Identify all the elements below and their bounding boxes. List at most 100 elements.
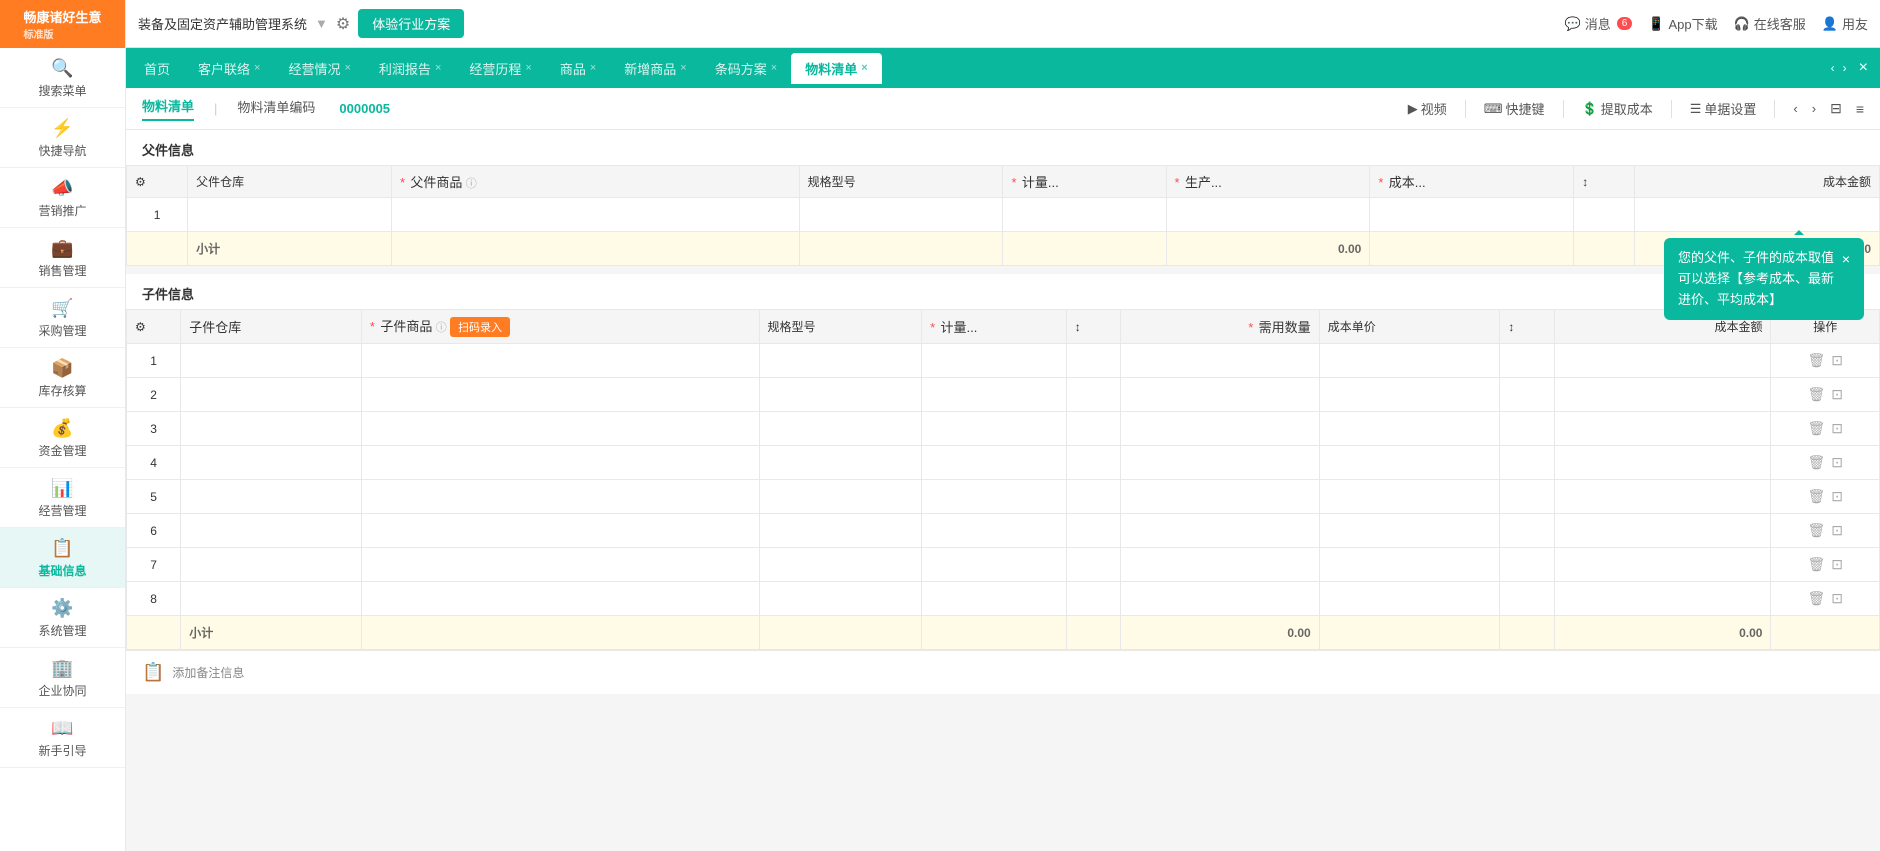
message-item[interactable]: 💬 消息 6 <box>1565 14 1633 33</box>
experience-btn[interactable]: 体验行业方案 <box>358 9 464 38</box>
cell-c-warehouse[interactable] <box>181 344 362 378</box>
copy-icon[interactable]: ⊡ <box>1831 386 1843 403</box>
sidebar-item-basic-info[interactable]: 📋 基础信息 <box>0 528 125 588</box>
cell-c-spec[interactable] <box>759 344 922 378</box>
cell-c-unit-cost[interactable] <box>1319 344 1500 378</box>
action-extract-cost[interactable]: 💲 提取成本 <box>1582 99 1653 118</box>
delete-icon[interactable]: 🗑 <box>1807 386 1825 403</box>
nav-close-all[interactable]: × <box>1851 55 1876 81</box>
tab-profit[interactable]: 利润报告 × <box>365 53 455 84</box>
sidebar-item-purchase[interactable]: 🛒 采购管理 <box>0 288 125 348</box>
copy-icon[interactable]: ⊡ <box>1831 454 1843 471</box>
app-subtitle: 标准版 <box>23 26 101 41</box>
delete-icon[interactable]: 🗑 <box>1807 454 1825 471</box>
delete-icon[interactable]: 🗑 <box>1807 488 1825 505</box>
grid-view-icon[interactable]: ⊟ <box>1830 100 1842 117</box>
subtotal-empty <box>127 232 188 266</box>
tab-goods[interactable]: 商品 × <box>546 53 610 84</box>
child-subtotal-qty: 0.00 <box>1120 616 1319 650</box>
row-actions: 🗑⊡ <box>1779 386 1871 403</box>
delete-icon[interactable]: 🗑 <box>1807 556 1825 573</box>
sidebar-item-quick-nav[interactable]: ⚡ 快捷导航 <box>0 108 125 168</box>
tab-close-icon[interactable]: × <box>525 62 531 74</box>
cell-sort <box>1574 198 1635 232</box>
user-item[interactable]: 👤 用友 <box>1822 14 1868 33</box>
nav-left-icon[interactable]: ‹ <box>1793 101 1797 116</box>
copy-icon[interactable]: ⊡ <box>1831 352 1843 369</box>
delete-icon[interactable]: 🗑 <box>1807 420 1825 437</box>
delete-icon[interactable]: 🗑 <box>1807 522 1825 539</box>
content-area: × 您的父件、子件的成本取值可以选择【参考成本、最新进价、平均成本】 父件信息 … <box>126 130 1880 851</box>
sub-tab-bom-list[interactable]: 物料清单 <box>142 96 194 121</box>
action-shortcut[interactable]: ⌨ 快捷键 <box>1484 99 1545 118</box>
th-sort: ↕ <box>1574 166 1635 198</box>
sidebar-item-label: 新手引导 <box>38 742 86 759</box>
th-cost: * 成本... <box>1370 166 1574 198</box>
sidebar-item-operations[interactable]: 📊 经营管理 <box>0 468 125 528</box>
action-single-settings[interactable]: ☰ 单据设置 <box>1690 99 1757 118</box>
sub-tab-bom-code[interactable]: 物料清单编码 <box>237 97 315 120</box>
nav-prev-icon[interactable]: ‹ <box>1827 57 1839 79</box>
sidebar-item-search[interactable]: 🔍 搜索菜单 <box>0 48 125 108</box>
sidebar-item-inventory[interactable]: 📦 库存核算 <box>0 348 125 408</box>
dropdown-icon[interactable]: ▼ <box>315 16 328 31</box>
info-icon: ⓘ <box>436 322 447 334</box>
tab-label: 客户联络 <box>198 59 250 78</box>
tab-label: 条码方案 <box>715 59 767 78</box>
tab-customer[interactable]: 客户联络 × <box>184 53 274 84</box>
sidebar-item-guide[interactable]: 📖 新手引导 <box>0 708 125 768</box>
delete-icon[interactable]: 🗑 <box>1807 352 1825 369</box>
th-c-sort2: ↕ <box>1500 310 1554 344</box>
bottom-text[interactable]: 添加备注信息 <box>172 664 244 681</box>
parent-subtotal-row: 小计 0.00 0.00 <box>127 232 1880 266</box>
copy-icon[interactable]: ⊡ <box>1831 522 1843 539</box>
tab-bom[interactable]: 物料清单 × <box>791 53 881 84</box>
scan-input-btn[interactable]: 扫码录入 <box>450 317 510 337</box>
copy-icon[interactable]: ⊡ <box>1831 420 1843 437</box>
tab-close-icon[interactable]: × <box>435 62 441 74</box>
th-c-warehouse: 子件仓库 <box>181 310 362 344</box>
cell-production[interactable] <box>1166 198 1370 232</box>
child-table-row: 8 🗑⊡ <box>127 582 1880 616</box>
copy-icon[interactable]: ⊡ <box>1831 488 1843 505</box>
cell-c-quantity[interactable] <box>1120 344 1319 378</box>
sidebar-item-finance[interactable]: 💰 资金管理 <box>0 408 125 468</box>
nav-right-icon[interactable]: › <box>1812 101 1816 116</box>
sidebar-item-enterprise[interactable]: 🏢 企业协同 <box>0 648 125 708</box>
cell-c-unit[interactable] <box>922 344 1067 378</box>
tab-operations[interactable]: 经营情况 × <box>274 53 364 84</box>
delete-icon[interactable]: 🗑 <box>1807 590 1825 607</box>
tooltip-close-btn[interactable]: × <box>1842 248 1850 270</box>
list-view-icon[interactable]: ≡ <box>1856 101 1864 117</box>
th-settings[interactable]: ⚙ <box>127 310 181 344</box>
tab-close-icon[interactable]: × <box>680 62 686 74</box>
cell-spec[interactable] <box>799 198 1003 232</box>
cell-warehouse[interactable] <box>188 198 392 232</box>
building-icon: 🏢 <box>51 658 73 679</box>
sidebar-item-sales[interactable]: 💼 销售管理 <box>0 228 125 288</box>
settings-icon[interactable]: ⚙ <box>336 14 350 34</box>
tab-close-icon[interactable]: × <box>861 62 867 74</box>
cell-product[interactable] <box>391 198 799 232</box>
tab-new-goods[interactable]: 新增商品 × <box>610 53 700 84</box>
nav-next-icon[interactable]: › <box>1839 57 1851 79</box>
cell-unit[interactable] <box>1003 198 1166 232</box>
sidebar-item-system[interactable]: ⚙️ 系统管理 <box>0 588 125 648</box>
tab-home[interactable]: 首页 <box>130 53 184 84</box>
online-service-item[interactable]: 🎧 在线客服 <box>1734 14 1806 33</box>
tab-history[interactable]: 经营历程 × <box>455 53 545 84</box>
tab-close-icon[interactable]: × <box>771 62 777 74</box>
cell-c-product[interactable] <box>361 344 759 378</box>
tab-close-icon[interactable]: × <box>590 62 596 74</box>
tab-close-icon[interactable]: × <box>254 62 260 74</box>
th-settings[interactable]: ⚙ <box>127 166 188 198</box>
cell-cost[interactable] <box>1370 198 1574 232</box>
action-video[interactable]: ▶ 视频 <box>1408 99 1447 118</box>
tab-barcode[interactable]: 条码方案 × <box>701 53 791 84</box>
copy-icon[interactable]: ⊡ <box>1831 556 1843 573</box>
tab-close-icon[interactable]: × <box>344 62 350 74</box>
app-download-item[interactable]: 📱 App下载 <box>1648 14 1717 33</box>
sidebar-item-marketing[interactable]: 📣 营销推广 <box>0 168 125 228</box>
subtotal-empty4 <box>1003 232 1166 266</box>
copy-icon[interactable]: ⊡ <box>1831 590 1843 607</box>
